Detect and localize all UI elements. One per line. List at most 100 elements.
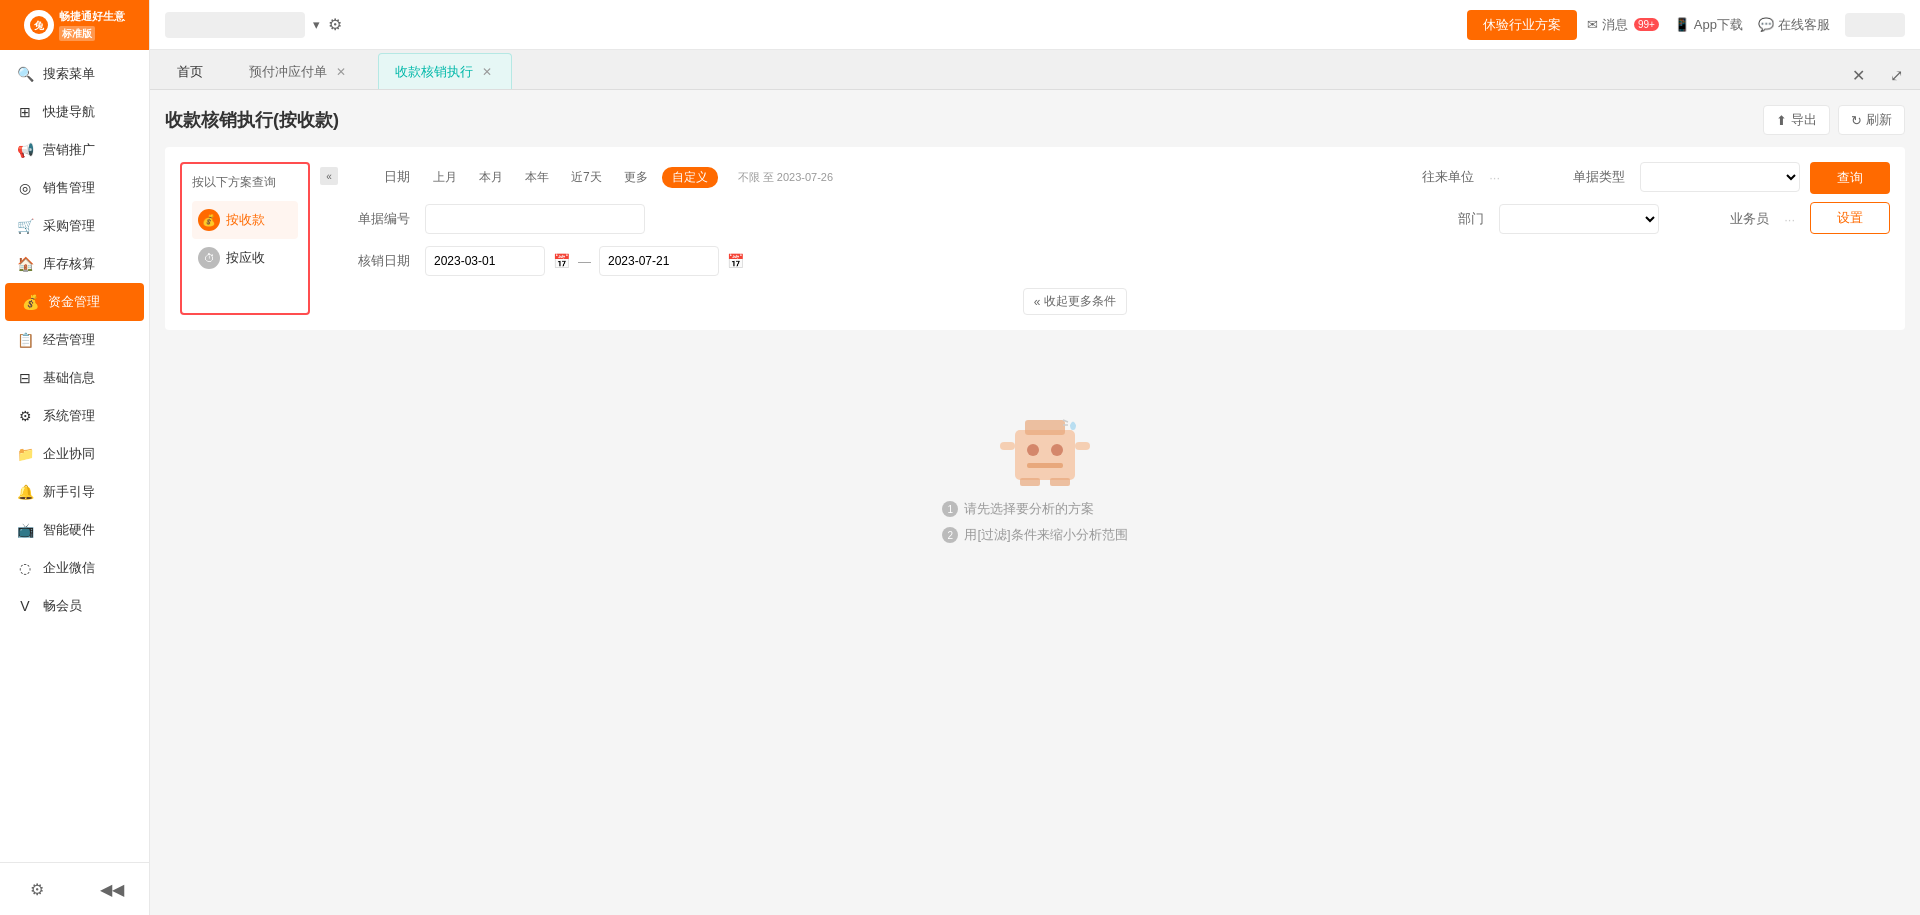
svg-rect-8 [1075,442,1090,450]
sidebar-label-finance: 资金管理 [48,293,100,311]
sidebar-label-hardware: 智能硬件 [43,521,95,539]
sidebar-icon-guide: 🔔 [15,484,35,500]
tab-collection[interactable]: 收款核销执行 ✕ [378,53,512,89]
user-display [165,12,305,38]
filter-option-collection[interactable]: 💰 按收款 [192,201,298,239]
tabbar: 首页 预付冲应付单 ✕ 收款核销执行 ✕ ✕ ⤢ [150,50,1920,90]
sidebar-item-search-menu[interactable]: 🔍 搜索菜单 [0,55,149,93]
calendar-start-icon[interactable]: 📅 [553,253,570,269]
sidebar-item-enterprise[interactable]: 📁 企业协同 [0,435,149,473]
sidebar-icon-purchase: 🛒 [15,218,35,234]
date-this-year[interactable]: 本年 [517,166,557,189]
svg-rect-9 [1020,478,1040,486]
sidebar-menu: 🔍 搜索菜单 ⊞ 快捷导航 📢 营销推广 ◎ 销售管理 🛒 采购管理 🏠 库存核… [0,50,149,862]
filter-settings-button[interactable]: 设置 [1810,202,1890,234]
sidebar-icon-wechat: ◌ [15,560,35,576]
page-header: 收款核销执行(按收款) ⬆ 导出 ↻ 刷新 [165,105,1905,135]
calendar-end-icon[interactable]: 📅 [727,253,744,269]
user-avatar-area[interactable] [1845,13,1905,37]
sidebar-icon-business: 📋 [15,332,35,348]
verify-date-label: 核销日期 [350,252,410,270]
refresh-button[interactable]: ↻ 刷新 [1838,105,1905,135]
settings-bottom-btn[interactable]: ⚙ [21,873,53,905]
sidebar-item-purchase[interactable]: 🛒 采购管理 [0,207,149,245]
date-options: 上月 本月 本年 近7天 更多 自定义 [425,166,718,189]
sidebar-item-inventory[interactable]: 🏠 库存核算 [0,245,149,283]
sidebar-item-business[interactable]: 📋 经营管理 [0,321,149,359]
filter-option-receivable-label: 按应收 [226,249,265,267]
sidebar-icon-hardware: 📺 [15,522,35,538]
dept-select[interactable] [1499,204,1659,234]
online-service-item[interactable]: 💬 在线客服 [1758,16,1830,34]
sidebar-label-guide: 新手引导 [43,483,95,501]
close-tab-btn[interactable]: ✕ [1844,61,1872,89]
tab-prepay-close[interactable]: ✕ [333,64,349,80]
doc-type-select[interactable] [1640,162,1800,192]
collapse-more-row: « 收起更多条件 [350,288,1800,315]
svg-rect-7 [1000,442,1015,450]
tab-collection-close[interactable]: ✕ [479,64,495,80]
industry-plan-button[interactable]: 休验行业方案 [1467,10,1577,40]
export-button[interactable]: ⬆ 导出 [1763,105,1830,135]
sidebar-icon-basic-info: ⊟ [15,370,35,386]
collapse-toggle-btn[interactable]: « [320,167,338,185]
doc-no-input[interactable] [425,204,645,234]
partner-label: 往来单位 [1414,168,1474,186]
filter-form: 日期 上月 本月 本年 近7天 更多 自定义 不限 至 2023-07-26 往… [350,162,1800,315]
expand-tab-btn[interactable]: ⤢ [1882,61,1910,89]
page-title: 收款核销执行(按收款) [165,108,339,132]
sidebar-icon-system: ⚙ [15,408,35,424]
tab-home[interactable]: 首页 [160,53,220,89]
export-icon: ⬆ [1776,113,1787,128]
sidebar-item-quick-nav[interactable]: ⊞ 快捷导航 [0,93,149,131]
date-custom[interactable]: 自定义 [662,167,718,188]
sidebar-label-basic-info: 基础信息 [43,369,95,387]
main-area: ▾ ⚙ 休验行业方案 ✉ 消息 99+ 📱 App下载 💬 在线客服 首页 [150,0,1920,915]
query-button[interactable]: 查询 [1810,162,1890,194]
partner-dots: ··· [1489,170,1500,185]
settings-icon[interactable]: ⚙ [328,15,342,34]
verify-date-end-input[interactable] [599,246,719,276]
sidebar-item-marketing[interactable]: 📢 营销推广 [0,131,149,169]
sidebar-item-system[interactable]: ⚙ 系统管理 [0,397,149,435]
service-icon: 💬 [1758,17,1774,32]
sidebar-item-guide[interactable]: 🔔 新手引导 [0,473,149,511]
sidebar-icon-sales: ◎ [15,180,35,196]
empty-step-2: 2 用[过滤]条件来缩小分析范围 [942,526,1127,544]
svg-point-4 [1027,444,1039,456]
tab-prepay-label: 预付冲应付单 [249,63,327,81]
dept-label: 部门 [1424,210,1484,228]
svg-text:兔: 兔 [33,20,45,31]
collapse-more-button[interactable]: « 收起更多条件 [1023,288,1128,315]
app-download-item[interactable]: 📱 App下载 [1674,16,1743,34]
sidebar-item-member[interactable]: V 畅会员 [0,587,149,625]
date-range-separator: — [578,254,591,269]
message-item[interactable]: ✉ 消息 99+ [1587,16,1659,34]
step-2-num: 2 [942,527,958,543]
date-last-month[interactable]: 上月 [425,166,465,189]
filter-option-collection-label: 按收款 [226,211,265,229]
verify-date-start-input[interactable] [425,246,545,276]
dropdown-icon[interactable]: ▾ [313,17,320,32]
sidebar-item-finance[interactable]: 💰 资金管理 [5,283,144,321]
sidebar-item-sales[interactable]: ◎ 销售管理 [0,169,149,207]
sidebar-item-basic-info[interactable]: ⊟ 基础信息 [0,359,149,397]
refresh-icon: ↻ [1851,113,1862,128]
date-this-month[interactable]: 本月 [471,166,511,189]
sidebar-item-wechat[interactable]: ◌ 企业微信 [0,549,149,587]
collection-icon: 💰 [198,209,220,231]
sidebar-label-member: 畅会员 [43,597,82,615]
date-7days[interactable]: 近7天 [563,166,610,189]
date-more[interactable]: 更多 [616,166,656,189]
filter-sidebar: 按以下方案查询 💰 按收款 ⏱ 按应收 [180,162,310,315]
collapse-sidebar-btn[interactable]: ◀◀ [96,873,128,905]
filter-option-receivable[interactable]: ⏱ 按应收 [192,239,298,277]
sidebar-label-sales: 销售管理 [43,179,95,197]
page-actions: ⬆ 导出 ↻ 刷新 [1763,105,1905,135]
content-area: 收款核销执行(按收款) ⬆ 导出 ↻ 刷新 按以下方案查询 💰 按收款 [150,90,1920,915]
app-logo: 兔 畅捷通好生意 标准版 [0,0,149,50]
sidebar-label-wechat: 企业微信 [43,559,95,577]
sidebar-item-hardware[interactable]: 📺 智能硬件 [0,511,149,549]
tab-prepay[interactable]: 预付冲应付单 ✕ [232,53,366,89]
sidebar-icon-finance: 💰 [20,294,40,310]
